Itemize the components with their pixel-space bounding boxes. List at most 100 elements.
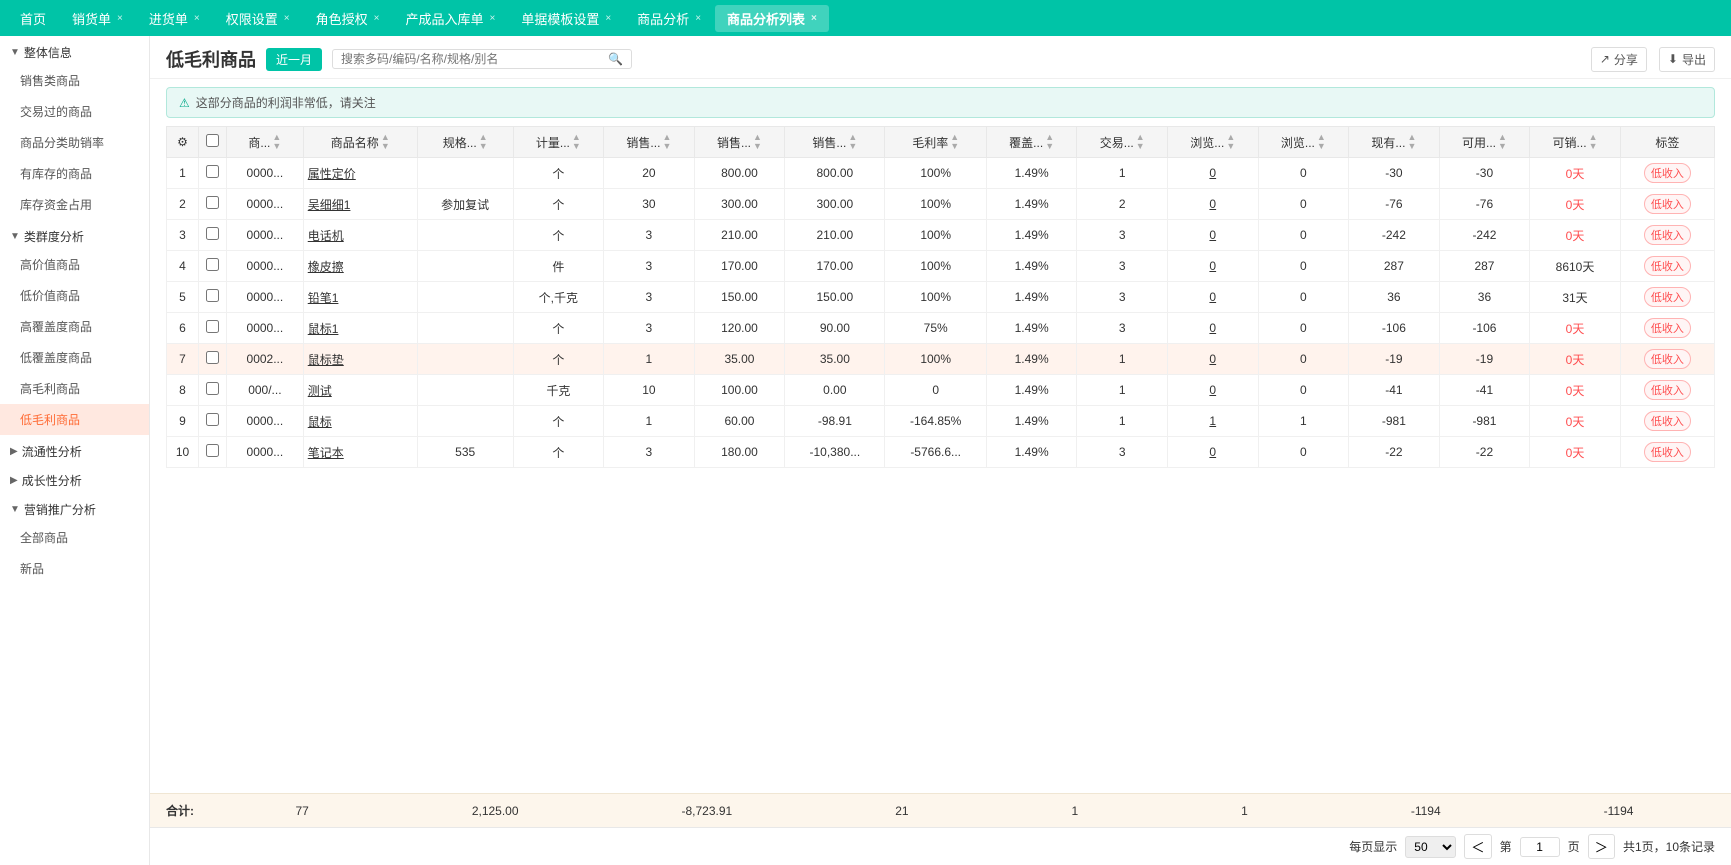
notice-bar: ⚠ 这部分商品的利润非常低，请关注 xyxy=(166,87,1715,118)
cell-checkbox[interactable] xyxy=(199,189,227,220)
sort-spec-icon[interactable]: ▲▼ xyxy=(479,133,488,151)
cell-views1[interactable]: 0 xyxy=(1167,220,1258,251)
col-gross-margin: 毛利率 ▲▼ xyxy=(885,127,986,158)
cell-name[interactable]: 测试 xyxy=(303,375,417,406)
cell-views1[interactable]: 0 xyxy=(1167,313,1258,344)
cell-name[interactable]: 鼠标1 xyxy=(303,313,417,344)
sidebar-item-high-coverage[interactable]: 高覆盖度商品 xyxy=(0,311,149,342)
cell-name[interactable]: 铅笔1 xyxy=(303,282,417,313)
sidebar-item-low-coverage[interactable]: 低覆盖度商品 xyxy=(0,342,149,373)
cell-spec xyxy=(417,344,513,375)
cell-views1[interactable]: 0 xyxy=(1167,158,1258,189)
next-page-button[interactable]: ＞ xyxy=(1588,834,1615,859)
sort-views1-icon[interactable]: ▲▼ xyxy=(1226,133,1235,151)
cell-name[interactable]: 吴细细1 xyxy=(303,189,417,220)
sort-name-icon[interactable]: ▲▼ xyxy=(381,133,390,151)
cell-checkbox[interactable] xyxy=(199,437,227,468)
cell-checkbox[interactable] xyxy=(199,220,227,251)
sidebar-group-overall[interactable]: ▼ 整体信息 xyxy=(0,36,149,65)
page-number-input[interactable] xyxy=(1520,837,1560,857)
nav-product-warehouse[interactable]: 产成品入库单 × xyxy=(393,5,507,32)
filter-recent-month-button[interactable]: 近一月 xyxy=(266,48,322,71)
cell-name[interactable]: 笔记本 xyxy=(303,437,417,468)
sort-views2-icon[interactable]: ▲▼ xyxy=(1317,133,1326,151)
cell-name[interactable]: 鼠标 xyxy=(303,406,417,437)
sidebar-item-sales-products[interactable]: 销售类商品 xyxy=(0,65,149,96)
sort-unit-icon[interactable]: ▲▼ xyxy=(572,133,581,151)
sidebar-item-low-value[interactable]: 低价值商品 xyxy=(0,280,149,311)
sort-trade-icon[interactable]: ▲▼ xyxy=(1136,133,1145,151)
sort-sales-amount-icon[interactable]: ▲▼ xyxy=(848,133,857,151)
close-product-analysis-icon[interactable]: × xyxy=(695,13,701,24)
sidebar-item-all-products[interactable]: 全部商品 xyxy=(0,522,149,553)
cell-views1[interactable]: 0 xyxy=(1167,189,1258,220)
cell-views1[interactable]: 0 xyxy=(1167,282,1258,313)
sidebar-item-low-margin[interactable]: 低毛利商品 xyxy=(0,404,149,435)
sidebar-item-in-stock[interactable]: 有库存的商品 xyxy=(0,158,149,189)
col-settings[interactable]: ⚙ xyxy=(167,127,199,158)
close-purchase-order-icon[interactable]: × xyxy=(194,13,200,24)
sidebar-item-high-margin[interactable]: 高毛利商品 xyxy=(0,373,149,404)
sort-available-icon[interactable]: ▲▼ xyxy=(1498,133,1507,151)
sidebar-item-new-products[interactable]: 新品 xyxy=(0,553,149,584)
search-icon[interactable]: 🔍 xyxy=(608,52,623,66)
cell-views1[interactable]: 0 xyxy=(1167,344,1258,375)
sidebar-item-high-value[interactable]: 高价值商品 xyxy=(0,249,149,280)
prev-page-button[interactable]: ＜ xyxy=(1464,834,1491,859)
export-button[interactable]: ⬇ 导出 xyxy=(1659,47,1715,72)
sidebar-group-growth[interactable]: ▶ 成长性分析 xyxy=(0,464,149,493)
close-sales-order-icon[interactable]: × xyxy=(117,13,123,24)
cell-checkbox[interactable] xyxy=(199,344,227,375)
cell-checkbox[interactable] xyxy=(199,282,227,313)
select-all-checkbox[interactable] xyxy=(206,134,219,147)
sort-code-icon[interactable]: ▲▼ xyxy=(272,133,281,151)
share-button[interactable]: ↗ 分享 xyxy=(1591,47,1647,72)
cell-checkbox[interactable] xyxy=(199,313,227,344)
close-template-settings-icon[interactable]: × xyxy=(605,13,611,24)
nav-role-authorization[interactable]: 角色授权 × xyxy=(304,5,392,32)
cell-views1[interactable]: 1 xyxy=(1167,406,1258,437)
close-permission-settings-icon[interactable]: × xyxy=(284,13,290,24)
sidebar-item-traded-products[interactable]: 交易过的商品 xyxy=(0,96,149,127)
cell-checkbox[interactable] xyxy=(199,406,227,437)
cell-current: -981 xyxy=(1349,406,1440,437)
close-product-warehouse-icon[interactable]: × xyxy=(489,13,495,24)
cell-available: 36 xyxy=(1439,282,1530,313)
sidebar-item-inventory-capital[interactable]: 库存资金占用 xyxy=(0,189,149,220)
cell-name[interactable]: 橡皮擦 xyxy=(303,251,417,282)
nav-home[interactable]: 首页 xyxy=(8,5,58,32)
nav-product-analysis[interactable]: 商品分析 × xyxy=(625,5,713,32)
table-row: 7 0002... 鼠标垫 个 1 35.00 35.00 100% 1.49%… xyxy=(167,344,1715,375)
cell-views1[interactable]: 0 xyxy=(1167,251,1258,282)
sidebar-group-marketing[interactable]: ▼ 营销推广分析 xyxy=(0,493,149,522)
cell-checkbox[interactable] xyxy=(199,251,227,282)
page-size-select[interactable]: 50 10 20 100 xyxy=(1405,836,1456,858)
nav-product-analysis-list[interactable]: 商品分析列表 × xyxy=(715,5,829,32)
sort-sellable-icon[interactable]: ▲▼ xyxy=(1589,133,1598,151)
search-input[interactable] xyxy=(341,52,604,66)
cell-name[interactable]: 属性定价 xyxy=(303,158,417,189)
sort-coverage-icon[interactable]: ▲▼ xyxy=(1045,133,1054,151)
settings-icon[interactable]: ⚙ xyxy=(177,135,188,149)
sidebar-item-category-sales-rate[interactable]: 商品分类助销率 xyxy=(0,127,149,158)
nav-sales-order[interactable]: 销货单 × xyxy=(60,5,135,32)
close-product-analysis-list-icon[interactable]: × xyxy=(811,13,817,24)
close-role-authorization-icon[interactable]: × xyxy=(374,13,380,24)
cell-name[interactable]: 电话机 xyxy=(303,220,417,251)
sort-current-icon[interactable]: ▲▼ xyxy=(1407,133,1416,151)
nav-permission-settings[interactable]: 权限设置 × xyxy=(214,5,302,32)
cell-views1[interactable]: 0 xyxy=(1167,375,1258,406)
cell-checkbox[interactable] xyxy=(199,375,227,406)
sidebar-group-circulation[interactable]: ▶ 流通性分析 xyxy=(0,435,149,464)
cell-checkbox[interactable] xyxy=(199,158,227,189)
nav-purchase-order[interactable]: 进货单 × xyxy=(137,5,212,32)
col-checkbox[interactable] xyxy=(199,127,227,158)
sidebar-group-cluster[interactable]: ▼ 类群度分析 xyxy=(0,220,149,249)
cell-views1[interactable]: 0 xyxy=(1167,437,1258,468)
sort-gross-margin-icon[interactable]: ▲▼ xyxy=(950,133,959,151)
sort-sales-qty-icon[interactable]: ▲▼ xyxy=(662,133,671,151)
sort-sales-price-icon[interactable]: ▲▼ xyxy=(753,133,762,151)
nav-template-settings[interactable]: 单据模板设置 × xyxy=(509,5,623,32)
col-current: 现有... ▲▼ xyxy=(1349,127,1440,158)
cell-name[interactable]: 鼠标垫 xyxy=(303,344,417,375)
